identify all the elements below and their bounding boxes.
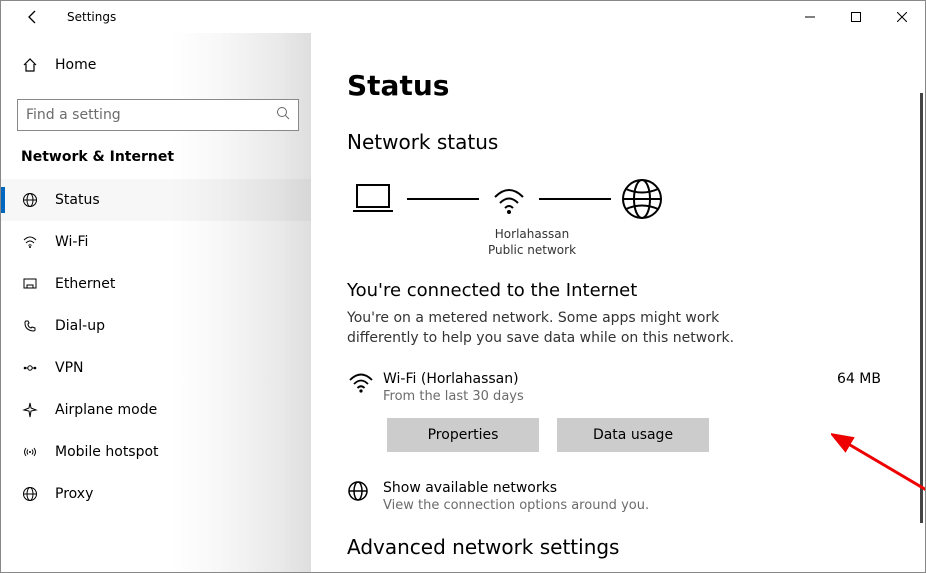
- sidebar-item-wifi[interactable]: Wi-Fi: [1, 221, 311, 263]
- laptop-icon: [347, 179, 399, 219]
- search-input[interactable]: Find a setting: [17, 99, 299, 131]
- sidebar-item-label: Airplane mode: [55, 402, 157, 418]
- diagram-ssid: Horlahassan: [482, 226, 582, 242]
- advanced-heading: Advanced network settings: [347, 535, 885, 559]
- phone-icon: [21, 318, 39, 334]
- sidebar-item-hotspot[interactable]: Mobile hotspot: [1, 431, 311, 473]
- diagram-type: Public network: [482, 242, 582, 258]
- sidebar-item-vpn[interactable]: VPN: [1, 347, 311, 389]
- available-title: Show available networks: [383, 480, 649, 496]
- main-content: Status Network status Horlahassan Public…: [311, 33, 925, 572]
- sidebar-item-label: Proxy: [55, 486, 93, 502]
- sidebar-item-label: Wi-Fi: [55, 234, 88, 250]
- network-diagram: [347, 176, 885, 222]
- globe-icon: [619, 176, 665, 222]
- sidebar: Home Find a setting Network & Internet S…: [1, 33, 311, 572]
- back-button[interactable]: [17, 1, 49, 33]
- minimize-button[interactable]: [787, 1, 833, 33]
- sidebar-item-status[interactable]: Status: [1, 179, 311, 221]
- connection-name: Wi-Fi (Horlahassan): [383, 371, 837, 387]
- data-usage-value: 64 MB: [837, 371, 881, 387]
- sidebar-item-airplane[interactable]: Airplane mode: [1, 389, 311, 431]
- connection-row: Wi-Fi (Horlahassan) From the last 30 day…: [347, 371, 885, 404]
- vpn-icon: [21, 360, 39, 376]
- sidebar-item-label: VPN: [55, 360, 84, 376]
- page-title: Status: [347, 69, 885, 102]
- sidebar-item-dialup[interactable]: Dial-up: [1, 305, 311, 347]
- properties-button[interactable]: Properties: [387, 418, 539, 452]
- search-icon: [276, 106, 290, 124]
- sidebar-item-ethernet[interactable]: Ethernet: [1, 263, 311, 305]
- hotspot-icon: [21, 444, 39, 460]
- connector-line: [539, 198, 611, 200]
- show-available-networks[interactable]: Show available networks View the connect…: [347, 480, 885, 513]
- section-heading: Network & Internet: [21, 149, 295, 165]
- home-link[interactable]: Home: [17, 45, 295, 85]
- data-usage-button[interactable]: Data usage: [557, 418, 709, 452]
- home-label: Home: [55, 57, 96, 73]
- window-title: Settings: [67, 10, 116, 24]
- airplane-icon: [21, 402, 39, 418]
- home-icon: [21, 57, 39, 73]
- available-subtitle: View the connection options around you.: [383, 498, 649, 513]
- wifi-icon: [21, 234, 39, 250]
- sidebar-item-label: Status: [55, 192, 100, 208]
- connector-line: [407, 198, 479, 200]
- maximize-button[interactable]: [833, 1, 879, 33]
- proxy-icon: [21, 486, 39, 502]
- network-status-heading: Network status: [347, 130, 885, 154]
- close-button[interactable]: [879, 1, 925, 33]
- globe-icon: [21, 192, 39, 208]
- connection-period: From the last 30 days: [383, 389, 837, 404]
- wifi-icon: [487, 179, 531, 219]
- connected-heading: You're connected to the Internet: [347, 280, 885, 301]
- ethernet-icon: [21, 276, 39, 292]
- sidebar-item-proxy[interactable]: Proxy: [1, 473, 311, 515]
- scrollbar[interactable]: [920, 93, 923, 523]
- titlebar: Settings: [1, 1, 925, 33]
- metered-note: You're on a metered network. Some apps m…: [347, 309, 767, 348]
- sidebar-item-label: Dial-up: [55, 318, 105, 334]
- search-placeholder: Find a setting: [26, 107, 276, 123]
- wifi-icon: [347, 371, 383, 399]
- sidebar-item-label: Ethernet: [55, 276, 115, 292]
- globe-icon: [347, 480, 369, 506]
- diagram-caption: Horlahassan Public network: [482, 226, 582, 258]
- sidebar-item-label: Mobile hotspot: [55, 444, 159, 460]
